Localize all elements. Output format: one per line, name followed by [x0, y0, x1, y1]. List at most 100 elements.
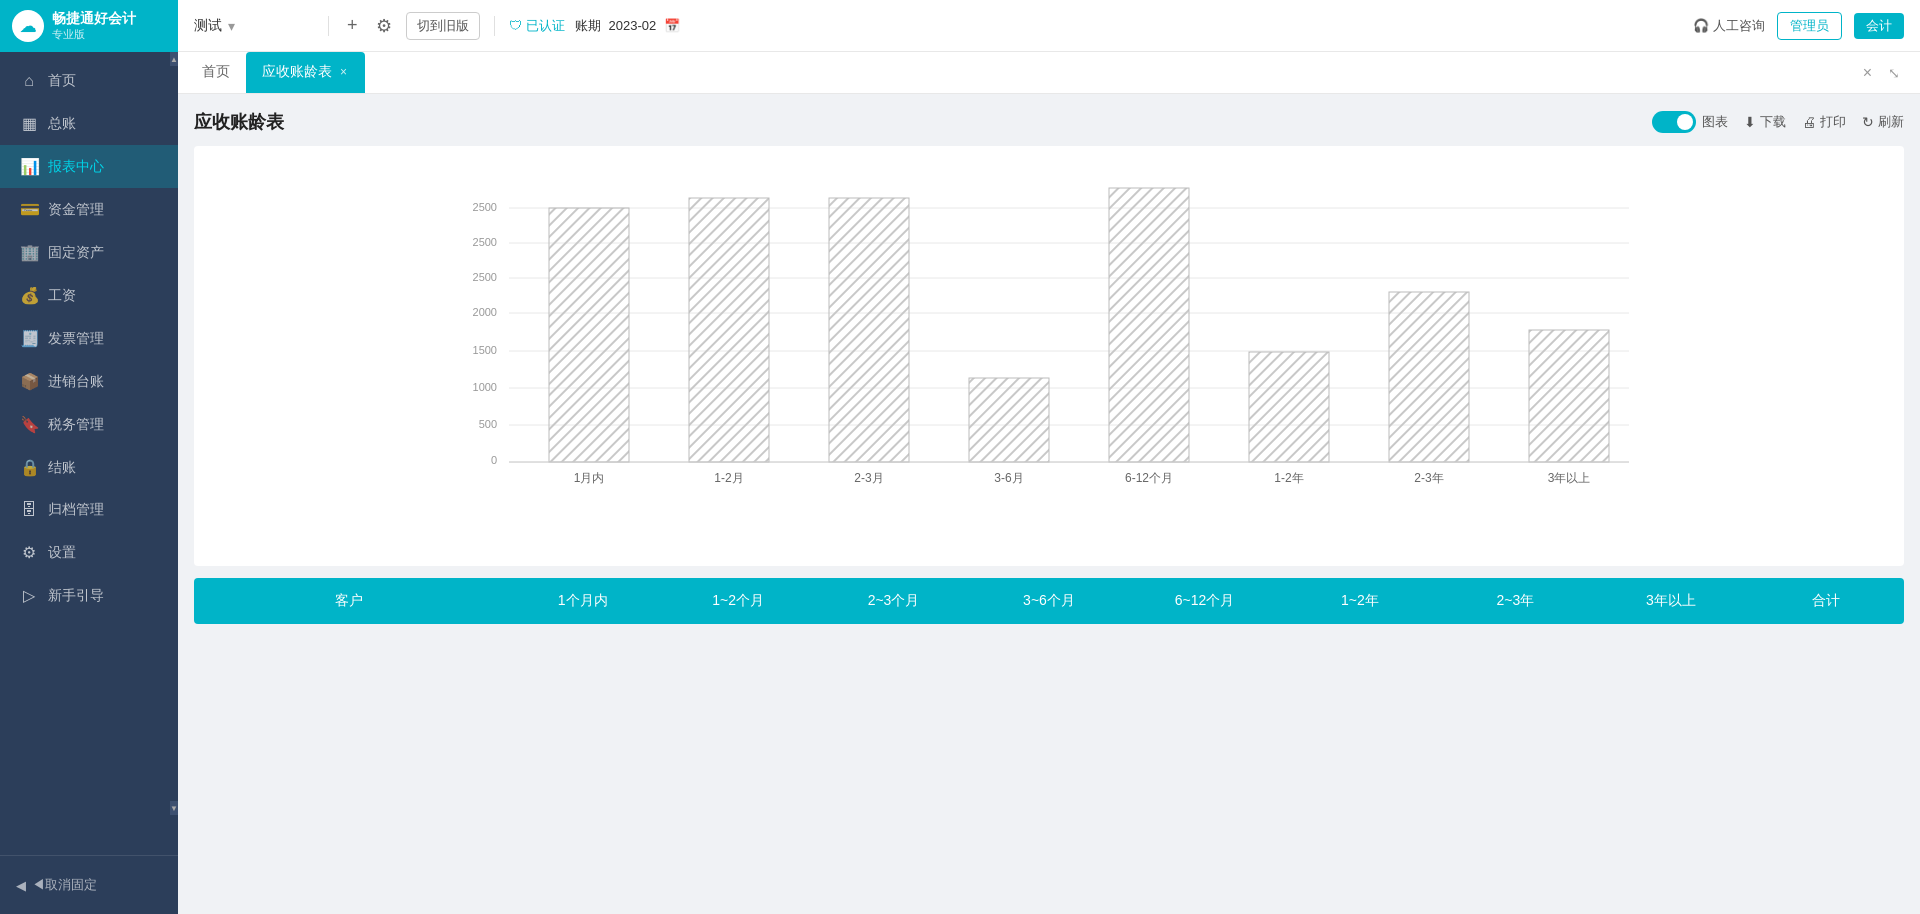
sidebar-item-assets[interactable]: 🏢 固定资产 — [0, 231, 178, 274]
table-header: 客户 1个月内 1~2个月 2~3个月 3~6个月 6~12个月 1~2年 2~… — [194, 578, 1904, 624]
bar-1-2month — [689, 198, 769, 462]
sidebar-item-invoice[interactable]: 🧾 发票管理 — [0, 317, 178, 360]
x-label-2-3month: 2-3月 — [854, 471, 883, 485]
print-label: 打印 — [1820, 113, 1846, 131]
switch-version-button[interactable]: 切到旧版 — [406, 12, 480, 40]
add-icon: + — [347, 15, 358, 36]
chart-toggle[interactable] — [1652, 111, 1696, 133]
sidebar-scroll-down[interactable]: ▼ — [170, 801, 178, 815]
sidebar-item-label: 结账 — [48, 459, 76, 477]
main-area: 测试 ▾ + ⚙ 切到旧版 🛡 已认证 账期 2023-02 📅 🎧 人工咨询 — [178, 0, 1920, 914]
funds-icon: 💳 — [20, 200, 38, 219]
download-label: 下载 — [1760, 113, 1786, 131]
close-tab-action[interactable]: × — [1859, 60, 1876, 86]
y-label-1500: 1500 — [473, 344, 497, 356]
close-period-icon: 🔒 — [20, 458, 38, 477]
toggle-thumb — [1677, 114, 1693, 130]
archive-icon: 🗄 — [20, 501, 38, 519]
certified-label: 已认证 — [526, 17, 565, 35]
headset-icon: 🎧 — [1693, 18, 1709, 33]
shield-icon: 🛡 — [509, 18, 522, 33]
role-label: 会计 — [1866, 18, 1892, 33]
sidebar-item-reports[interactable]: 📊 报表中心 — [0, 145, 178, 188]
th-2-3year: 2~3年 — [1438, 578, 1593, 624]
calendar-icon[interactable]: 📅 — [664, 18, 680, 33]
workspace-name: 测试 — [194, 17, 222, 35]
x-label-1-2month: 1-2月 — [714, 471, 743, 485]
sales-icon: 📦 — [20, 372, 38, 391]
sidebar-item-settings[interactable]: ⚙ 设置 — [0, 531, 178, 574]
sidebar-item-label: 固定资产 — [48, 244, 104, 262]
unfix-sidebar-button[interactable]: ◀ ◀取消固定 — [0, 866, 178, 904]
topbar-divider-1 — [328, 16, 329, 36]
x-label-6-12month: 6-12个月 — [1125, 471, 1173, 485]
th-1-2year: 1~2年 — [1282, 578, 1437, 624]
refresh-label: 刷新 — [1878, 113, 1904, 131]
expand-tab-action[interactable]: ⤡ — [1884, 61, 1904, 85]
consult-label: 人工咨询 — [1713, 17, 1765, 35]
page-container: 应收账龄表 图表 ⬇ 下载 � — [178, 94, 1920, 914]
topbar-divider-2 — [494, 16, 495, 36]
refresh-icon: ↻ — [1862, 114, 1874, 130]
user-button[interactable]: 管理员 — [1777, 12, 1842, 40]
topbar-right: 🎧 人工咨询 管理员 会计 — [1693, 12, 1904, 40]
sidebar-item-ledger[interactable]: ▦ 总账 — [0, 102, 178, 145]
reports-icon: 📊 — [20, 157, 38, 176]
sidebar-item-label: 进销台账 — [48, 373, 104, 391]
y-label-1000: 1000 — [473, 381, 497, 393]
chart-toggle-label: 图表 — [1702, 113, 1728, 131]
tab-receivable-label: 应收账龄表 — [262, 63, 332, 81]
refresh-button[interactable]: ↻ 刷新 — [1862, 113, 1904, 131]
tab-home[interactable]: 首页 — [186, 52, 246, 93]
th-total: 合计 — [1749, 578, 1904, 624]
sidebar: ☁ 畅捷通好会计 专业版 ▲ ⌂ 首页 ▦ 总账 📊 报表中心 💳 — [0, 0, 178, 914]
chart-svg: 2500 2500 2500 2000 1500 1000 500 0 — [214, 166, 1884, 526]
download-button[interactable]: ⬇ 下载 — [1744, 113, 1786, 131]
y-label-2500b: 2500 — [473, 236, 497, 248]
sidebar-item-label: 归档管理 — [48, 501, 104, 519]
role-button[interactable]: 会计 — [1854, 13, 1904, 39]
sidebar-item-funds[interactable]: 💳 资金管理 — [0, 188, 178, 231]
invoice-icon: 🧾 — [20, 329, 38, 348]
sidebar-nav: ⌂ 首页 ▦ 总账 📊 报表中心 💳 资金管理 🏢 固定资产 💰 工资 — [0, 52, 178, 855]
toggle-track[interactable] — [1652, 111, 1696, 133]
th-1-2month: 1~2个月 — [660, 578, 815, 624]
sidebar-item-payroll[interactable]: 💰 工资 — [0, 274, 178, 317]
sidebar-item-archive[interactable]: 🗄 归档管理 — [0, 489, 178, 531]
print-button[interactable]: 🖨 打印 — [1802, 113, 1846, 131]
page-header: 应收账龄表 图表 ⬇ 下载 � — [194, 110, 1904, 134]
certified-badge: 🛡 已认证 — [509, 17, 565, 35]
th-6-12month: 6~12个月 — [1127, 578, 1282, 624]
sidebar-scroll-up[interactable]: ▲ — [170, 52, 178, 66]
sidebar-item-close[interactable]: 🔒 结账 — [0, 446, 178, 489]
bar-1-2year — [1249, 352, 1329, 462]
y-label-0: 0 — [491, 454, 497, 466]
x-label-1-2year: 1-2年 — [1274, 471, 1303, 485]
guide-icon: ▷ — [20, 586, 38, 605]
chart-toggle-group: 图表 — [1652, 111, 1728, 133]
tab-close-icon[interactable]: × — [338, 65, 349, 79]
x-label-1month: 1月内 — [574, 471, 605, 485]
y-label-2000: 2000 — [473, 306, 497, 318]
consult-button[interactable]: 🎧 人工咨询 — [1693, 17, 1765, 35]
bar-2-3year — [1389, 292, 1469, 462]
add-button[interactable]: + — [343, 11, 362, 40]
tab-receivable[interactable]: 应收账龄表 × — [246, 52, 365, 93]
sidebar-item-home[interactable]: ⌂ 首页 — [0, 60, 178, 102]
home-icon: ⌂ — [20, 72, 38, 90]
sidebar-bottom: ◀ ◀取消固定 — [0, 855, 178, 914]
y-label-500: 500 — [479, 418, 497, 430]
tabbar-actions: × ⤡ — [1851, 52, 1912, 93]
bar-6-12month — [1109, 188, 1189, 462]
settings-button[interactable]: ⚙ — [372, 11, 396, 41]
th-customer: 客户 — [194, 578, 505, 624]
period-value: 2023-02 — [609, 18, 657, 33]
workspace-selector[interactable]: 测试 ▾ — [194, 17, 314, 35]
bar-3plus-year — [1529, 330, 1609, 462]
page-actions: 图表 ⬇ 下载 🖨 打印 ↻ 刷新 — [1652, 111, 1904, 133]
x-label-3plus-year: 3年以上 — [1548, 471, 1591, 485]
sidebar-item-label: 新手引导 — [48, 587, 104, 605]
sidebar-item-sales[interactable]: 📦 进销台账 — [0, 360, 178, 403]
sidebar-item-guide[interactable]: ▷ 新手引导 — [0, 574, 178, 617]
sidebar-item-tax[interactable]: 🔖 税务管理 — [0, 403, 178, 446]
